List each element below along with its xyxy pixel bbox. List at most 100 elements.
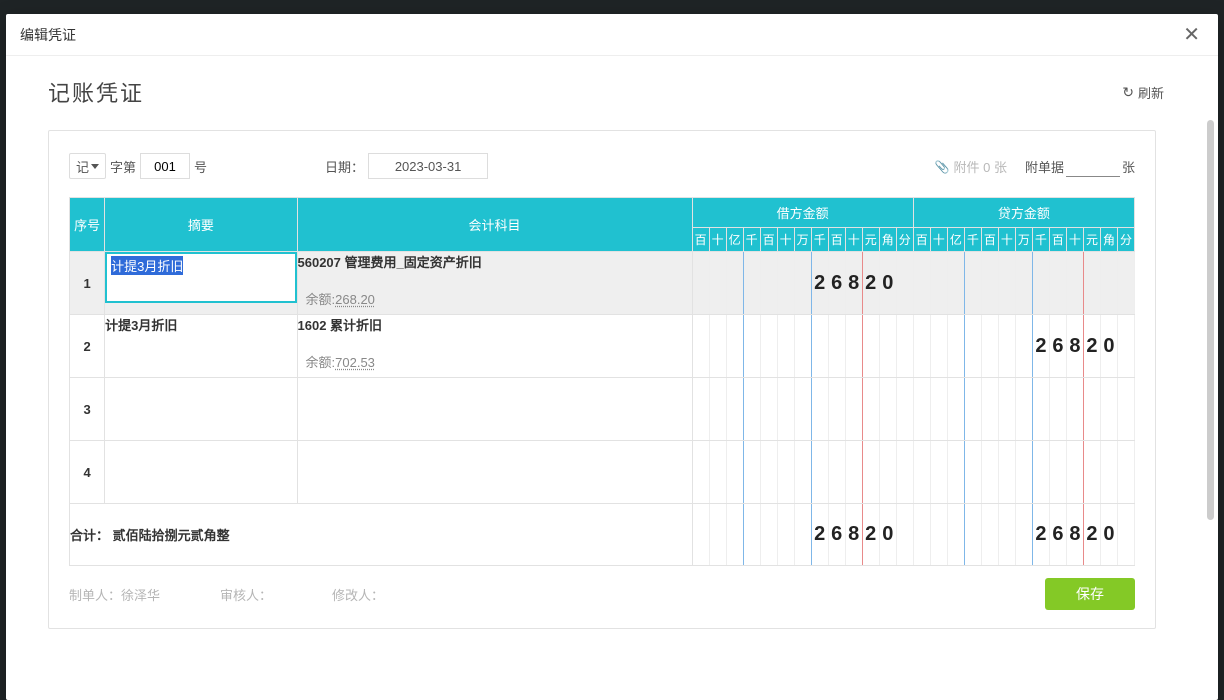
debit-digit[interactable]	[862, 441, 879, 504]
credit-digit[interactable]	[913, 441, 930, 504]
total-credit-digit[interactable]: 8	[1066, 504, 1083, 566]
debit-digit[interactable]	[777, 315, 794, 378]
close-icon[interactable]: ✕	[1179, 21, 1204, 49]
debit-digit[interactable]	[760, 441, 777, 504]
debit-digit[interactable]	[845, 441, 862, 504]
credit-digit[interactable]	[1100, 378, 1117, 441]
total-debit-digit[interactable]: 2	[862, 504, 879, 566]
debit-digit[interactable]	[760, 315, 777, 378]
total-debit-digit[interactable]	[760, 504, 777, 566]
total-credit-digit[interactable]	[981, 504, 998, 566]
credit-digit[interactable]	[930, 315, 947, 378]
summary-cell[interactable]	[105, 252, 297, 315]
total-debit-digit[interactable]	[726, 504, 743, 566]
debit-digit[interactable]	[726, 441, 743, 504]
credit-digit[interactable]	[1049, 441, 1066, 504]
credit-digit[interactable]	[1083, 252, 1100, 315]
debit-digit[interactable]	[794, 441, 811, 504]
debit-digit[interactable]	[794, 252, 811, 315]
credit-digit[interactable]	[947, 441, 964, 504]
voucher-type-select[interactable]: 记	[69, 153, 106, 179]
total-debit-digit[interactable]	[709, 504, 726, 566]
debit-digit[interactable]	[743, 441, 760, 504]
total-credit-digit[interactable]	[964, 504, 981, 566]
voucher-number-input[interactable]	[140, 153, 190, 179]
credit-digit[interactable]: 6	[1049, 315, 1066, 378]
credit-digit[interactable]	[1049, 252, 1066, 315]
debit-digit[interactable]	[760, 252, 777, 315]
credit-digit[interactable]	[998, 378, 1015, 441]
summary-cell[interactable]	[105, 441, 297, 504]
credit-digit[interactable]	[981, 252, 998, 315]
total-debit-digit[interactable]	[896, 504, 913, 566]
debit-digit[interactable]: 2	[811, 252, 828, 315]
debit-digit[interactable]	[726, 252, 743, 315]
credit-digit[interactable]: 8	[1066, 315, 1083, 378]
credit-digit[interactable]	[1015, 378, 1032, 441]
total-debit-digit[interactable]	[692, 504, 709, 566]
date-input[interactable]	[368, 153, 488, 179]
credit-digit[interactable]	[1032, 441, 1049, 504]
total-credit-digit[interactable]: 2	[1032, 504, 1049, 566]
credit-digit[interactable]	[1117, 441, 1134, 504]
credit-digit[interactable]	[964, 441, 981, 504]
debit-digit[interactable]	[879, 378, 896, 441]
credit-digit[interactable]	[1049, 378, 1066, 441]
credit-digit[interactable]	[930, 378, 947, 441]
credit-digit[interactable]	[930, 252, 947, 315]
credit-digit[interactable]	[947, 252, 964, 315]
debit-digit[interactable]	[862, 315, 879, 378]
debit-digit[interactable]	[692, 378, 709, 441]
scrollbar[interactable]	[1207, 120, 1214, 520]
debit-digit[interactable]	[777, 441, 794, 504]
debit-digit[interactable]	[692, 252, 709, 315]
credit-digit[interactable]: 2	[1083, 315, 1100, 378]
credit-digit[interactable]	[1066, 252, 1083, 315]
credit-digit[interactable]	[1117, 252, 1134, 315]
credit-digit[interactable]	[913, 252, 930, 315]
debit-digit[interactable]	[896, 378, 913, 441]
debit-digit[interactable]: 2	[862, 252, 879, 315]
debit-digit[interactable]	[879, 441, 896, 504]
summary-input[interactable]	[105, 252, 296, 303]
total-credit-digit[interactable]: 2	[1083, 504, 1100, 566]
credit-digit[interactable]	[1117, 315, 1134, 378]
debit-digit[interactable]	[811, 378, 828, 441]
credit-digit[interactable]: 2	[1032, 315, 1049, 378]
credit-digit[interactable]	[1032, 378, 1049, 441]
debit-digit[interactable]	[692, 441, 709, 504]
debit-digit[interactable]	[862, 378, 879, 441]
debit-digit[interactable]: 8	[845, 252, 862, 315]
debit-digit[interactable]	[726, 315, 743, 378]
total-credit-digit[interactable]	[913, 504, 930, 566]
credit-digit[interactable]	[913, 315, 930, 378]
enclosure-count-input[interactable]	[1066, 155, 1120, 177]
debit-digit[interactable]	[743, 378, 760, 441]
credit-digit[interactable]	[981, 315, 998, 378]
credit-digit[interactable]	[1100, 252, 1117, 315]
debit-digit[interactable]	[896, 315, 913, 378]
total-credit-digit[interactable]	[1117, 504, 1134, 566]
credit-digit[interactable]	[1015, 315, 1032, 378]
total-credit-digit[interactable]	[947, 504, 964, 566]
debit-digit[interactable]	[743, 315, 760, 378]
total-debit-digit[interactable]: 6	[828, 504, 845, 566]
debit-digit[interactable]	[896, 441, 913, 504]
total-credit-digit[interactable]: 6	[1049, 504, 1066, 566]
credit-digit[interactable]	[998, 441, 1015, 504]
credit-digit[interactable]: 0	[1100, 315, 1117, 378]
total-credit-digit[interactable]	[1015, 504, 1032, 566]
debit-digit[interactable]	[709, 441, 726, 504]
save-button[interactable]: 保存	[1045, 578, 1135, 610]
credit-digit[interactable]	[1032, 252, 1049, 315]
debit-digit[interactable]	[709, 315, 726, 378]
credit-digit[interactable]	[964, 252, 981, 315]
debit-digit[interactable]: 6	[828, 252, 845, 315]
total-credit-digit[interactable]	[930, 504, 947, 566]
debit-digit[interactable]	[709, 252, 726, 315]
credit-digit[interactable]	[964, 378, 981, 441]
debit-digit[interactable]: 0	[879, 252, 896, 315]
debit-digit[interactable]	[811, 441, 828, 504]
credit-digit[interactable]	[913, 378, 930, 441]
debit-digit[interactable]	[692, 315, 709, 378]
